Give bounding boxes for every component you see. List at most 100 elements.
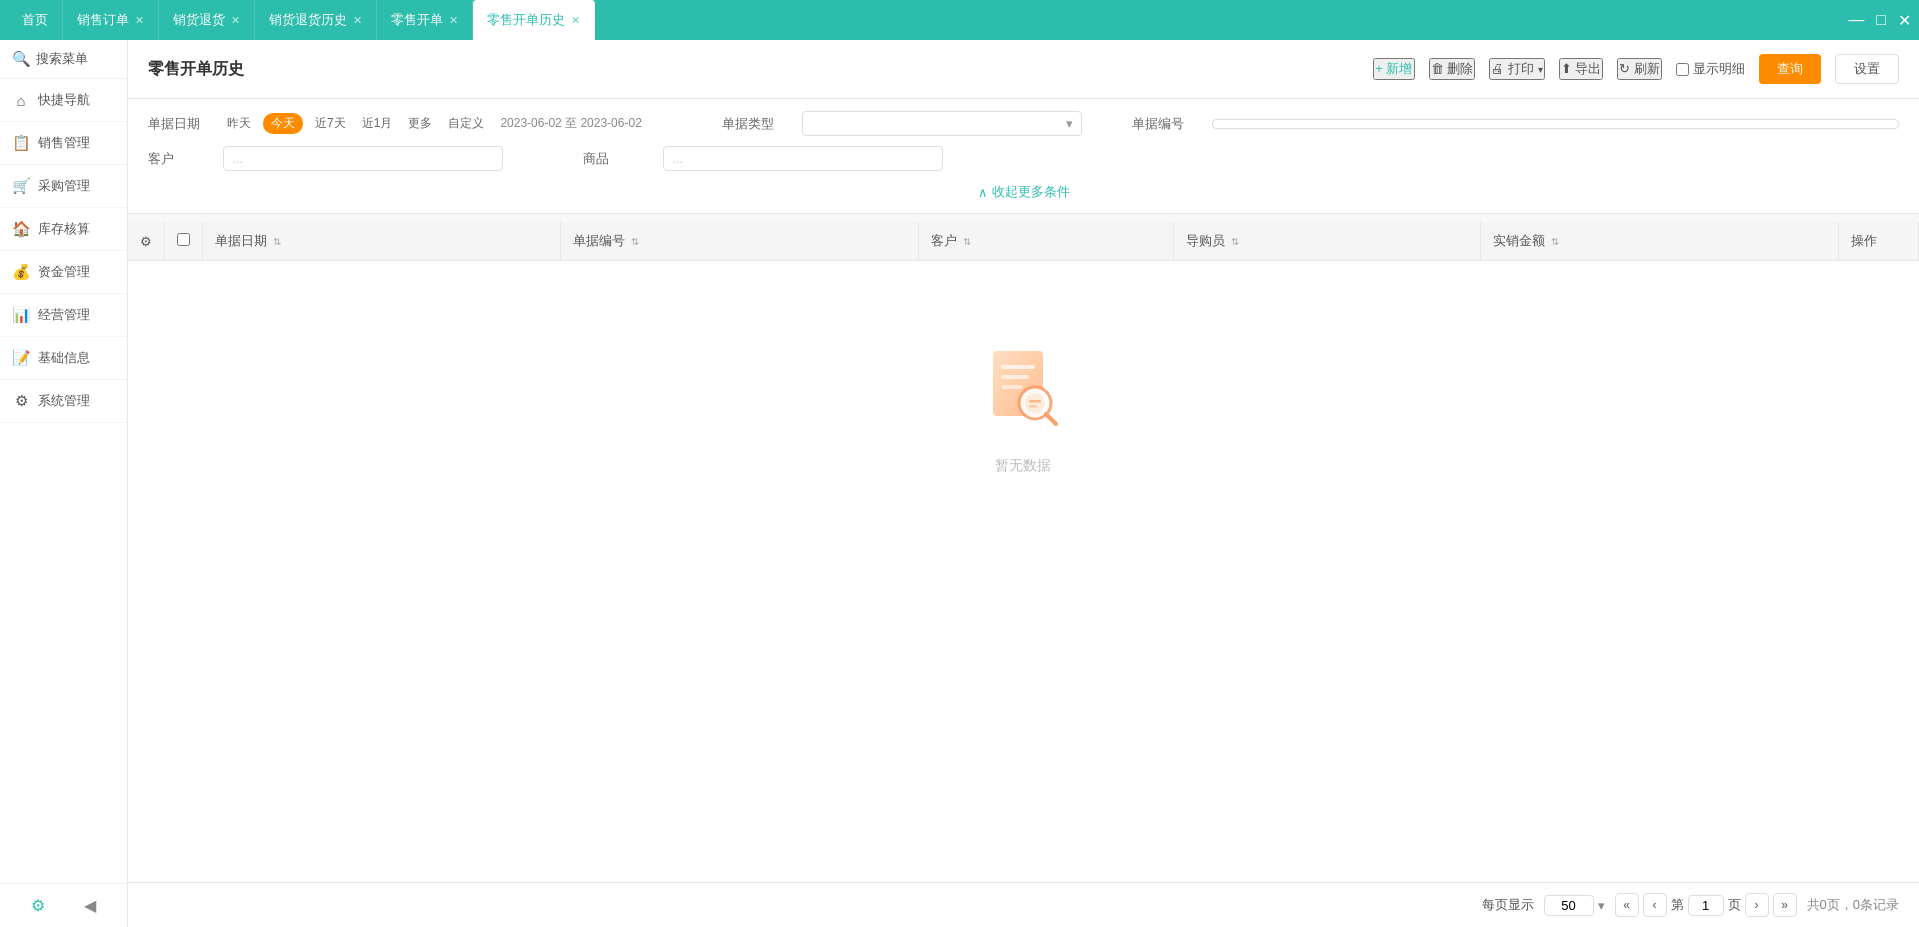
filter-row-date: 单据日期 昨天 今天 近7天 近1月 更多 自定义 2023-06-02 至 2…: [148, 111, 1899, 136]
sidebar-item-finance-mgmt[interactable]: 💰 资金管理: [0, 251, 127, 294]
sidebar-footer: ⚙ ◀: [0, 883, 127, 927]
tab-sales-return-history[interactable]: 销货退货历史 ✕: [255, 0, 377, 40]
goods-filter-label: 商品: [583, 150, 643, 168]
main-layout: 🔍 搜索菜单 ⌂ 快捷导航 📋 销售管理 🛒 采购管理 🏠 库存核算 💰 资金管…: [0, 40, 1919, 927]
svg-rect-3: [1001, 385, 1023, 389]
date-range-display: 2023-06-02 至 2023-06-02: [500, 115, 641, 132]
th-customer[interactable]: 客户 ⇅: [919, 222, 1174, 261]
svg-rect-1: [1001, 365, 1035, 369]
sidebar-item-sales-mgmt[interactable]: 📋 销售管理: [0, 122, 127, 165]
delete-button[interactable]: 🗑 删除: [1429, 58, 1476, 80]
chevron-down-icon: ▾: [1538, 64, 1543, 75]
page-size-label: 每页显示: [1482, 896, 1534, 914]
page-size-input[interactable]: [1544, 895, 1594, 916]
empty-icon: [973, 341, 1073, 441]
empty-text: 暂无数据: [995, 457, 1051, 475]
collapse-button[interactable]: ∧ 收起更多条件: [978, 183, 1070, 201]
first-page-button[interactable]: «: [1615, 893, 1639, 917]
tab-sales-order[interactable]: 销售订单 ✕: [63, 0, 159, 40]
svg-point-5: [1025, 393, 1045, 413]
add-button[interactable]: + 新增: [1373, 58, 1414, 80]
close-icon[interactable]: ✕: [231, 14, 240, 27]
maximize-button[interactable]: □: [1876, 11, 1886, 29]
close-button[interactable]: ✕: [1898, 11, 1911, 30]
tab-retail-open-history[interactable]: 零售开单历史 ✕: [473, 0, 595, 40]
th-number[interactable]: 单据编号 ⇅: [561, 222, 919, 261]
page-total: 共0页，0条记录: [1807, 896, 1899, 914]
tab-home[interactable]: 首页: [8, 0, 63, 40]
svg-rect-2: [1001, 375, 1029, 379]
sort-icon: ⇅: [1551, 236, 1559, 247]
prev-page-button[interactable]: ‹: [1643, 893, 1667, 917]
system-icon: ⚙: [12, 392, 30, 410]
sidebar-item-system-mgmt[interactable]: ⚙ 系统管理: [0, 380, 127, 423]
collapse-sidebar-icon[interactable]: ◀: [84, 896, 96, 915]
date-shortcuts: 昨天 今天 近7天 近1月 更多 自定义 2023-06-02 至 2023-0…: [223, 113, 642, 134]
number-filter-label: 单据编号: [1132, 115, 1192, 133]
type-filter-select[interactable]: ▾: [802, 111, 1082, 136]
shortcut-7days[interactable]: 近7天: [311, 113, 350, 134]
export-button[interactable]: ⬆ 导出: [1559, 58, 1604, 80]
shortcut-more[interactable]: 更多: [404, 113, 436, 134]
chevron-down-icon: ▾: [1066, 116, 1073, 131]
svg-rect-7: [1029, 400, 1041, 403]
page-label: 第: [1671, 896, 1684, 914]
toolbar: + 新增 🗑 删除 🖨 打印 ▾ ⬆ 导出 ↻ 刷新 显示明细: [1373, 54, 1899, 98]
show-detail-input[interactable]: [1676, 63, 1689, 76]
sidebar-item-basic-info[interactable]: 📝 基础信息: [0, 337, 127, 380]
th-settings[interactable]: ⚙: [128, 222, 165, 261]
number-filter-input[interactable]: [1212, 119, 1899, 129]
sidebar-item-purchase-mgmt[interactable]: 🛒 采购管理: [0, 165, 127, 208]
business-icon: 📊: [12, 306, 30, 324]
page-size-dropdown-icon[interactable]: ▾: [1598, 898, 1605, 913]
th-date[interactable]: 单据日期 ⇅: [203, 222, 561, 261]
table-header-row: ⚙ 单据日期 ⇅ 单据编号 ⇅: [128, 222, 1919, 261]
close-icon[interactable]: ✕: [353, 14, 362, 27]
pagination-bar: 每页显示 ▾ « ‹ 第 页 › » 共0页，0条记录: [128, 882, 1919, 927]
sidebar-item-business-mgmt[interactable]: 📊 经营管理: [0, 294, 127, 337]
print-button[interactable]: 🖨 打印 ▾: [1489, 58, 1545, 80]
sidebar-item-quick-nav[interactable]: ⌂ 快捷导航: [0, 79, 127, 122]
tab-sales-return[interactable]: 销货退货 ✕: [159, 0, 255, 40]
th-checkbox[interactable]: [165, 222, 203, 261]
empty-state: 暂无数据: [128, 261, 1919, 555]
sidebar-item-inventory[interactable]: 🏠 库存核算: [0, 208, 127, 251]
customer-filter-input[interactable]: ...: [223, 146, 503, 171]
chevron-up-icon: ∧: [978, 185, 988, 200]
close-icon[interactable]: ✕: [135, 14, 144, 27]
close-icon[interactable]: ✕: [571, 14, 580, 27]
settings-button[interactable]: 设置: [1835, 54, 1899, 84]
page-unit: 页: [1728, 896, 1741, 914]
customer-filter-label: 客户: [148, 150, 203, 168]
close-icon[interactable]: ✕: [449, 14, 458, 27]
last-page-button[interactable]: »: [1773, 893, 1797, 917]
refresh-button[interactable]: ↻ 刷新: [1617, 58, 1662, 80]
page-number-input[interactable]: [1688, 895, 1724, 916]
sidebar-search[interactable]: 🔍 搜索菜单: [0, 40, 127, 79]
table-container: ⚙ 单据日期 ⇅ 单据编号 ⇅: [128, 222, 1919, 882]
window-controls: — □ ✕: [1848, 11, 1911, 30]
next-page-button[interactable]: ›: [1745, 893, 1769, 917]
settings-icon[interactable]: ⚙: [140, 234, 152, 249]
sidebar: 🔍 搜索菜单 ⌂ 快捷导航 📋 销售管理 🛒 采购管理 🏠 库存核算 💰 资金管…: [0, 40, 128, 927]
sort-icon: ⇅: [273, 236, 281, 247]
sort-icon: ⇅: [631, 236, 639, 247]
show-detail-checkbox[interactable]: 显示明细: [1676, 60, 1745, 78]
finance-icon: 💰: [12, 263, 30, 281]
th-amount[interactable]: 实销金额 ⇅: [1480, 222, 1838, 261]
minimize-button[interactable]: —: [1848, 11, 1864, 29]
home-icon: ⌂: [12, 92, 30, 109]
settings-footer-icon[interactable]: ⚙: [31, 896, 45, 915]
shortcut-1month[interactable]: 近1月: [358, 113, 397, 134]
shortcut-custom[interactable]: 自定义: [444, 113, 488, 134]
shortcut-yesterday[interactable]: 昨天: [223, 113, 255, 134]
shortcut-today[interactable]: 今天: [263, 113, 303, 134]
tab-retail-open[interactable]: 零售开单 ✕: [377, 0, 473, 40]
select-all-checkbox[interactable]: [177, 233, 190, 246]
th-guide[interactable]: 导购员 ⇅: [1174, 222, 1481, 261]
page-size-select: ▾: [1544, 895, 1605, 916]
th-actions: 操作: [1839, 222, 1919, 261]
goods-filter-input[interactable]: ...: [663, 146, 943, 171]
query-button[interactable]: 查询: [1759, 54, 1821, 84]
type-filter-label: 单据类型: [722, 115, 782, 133]
